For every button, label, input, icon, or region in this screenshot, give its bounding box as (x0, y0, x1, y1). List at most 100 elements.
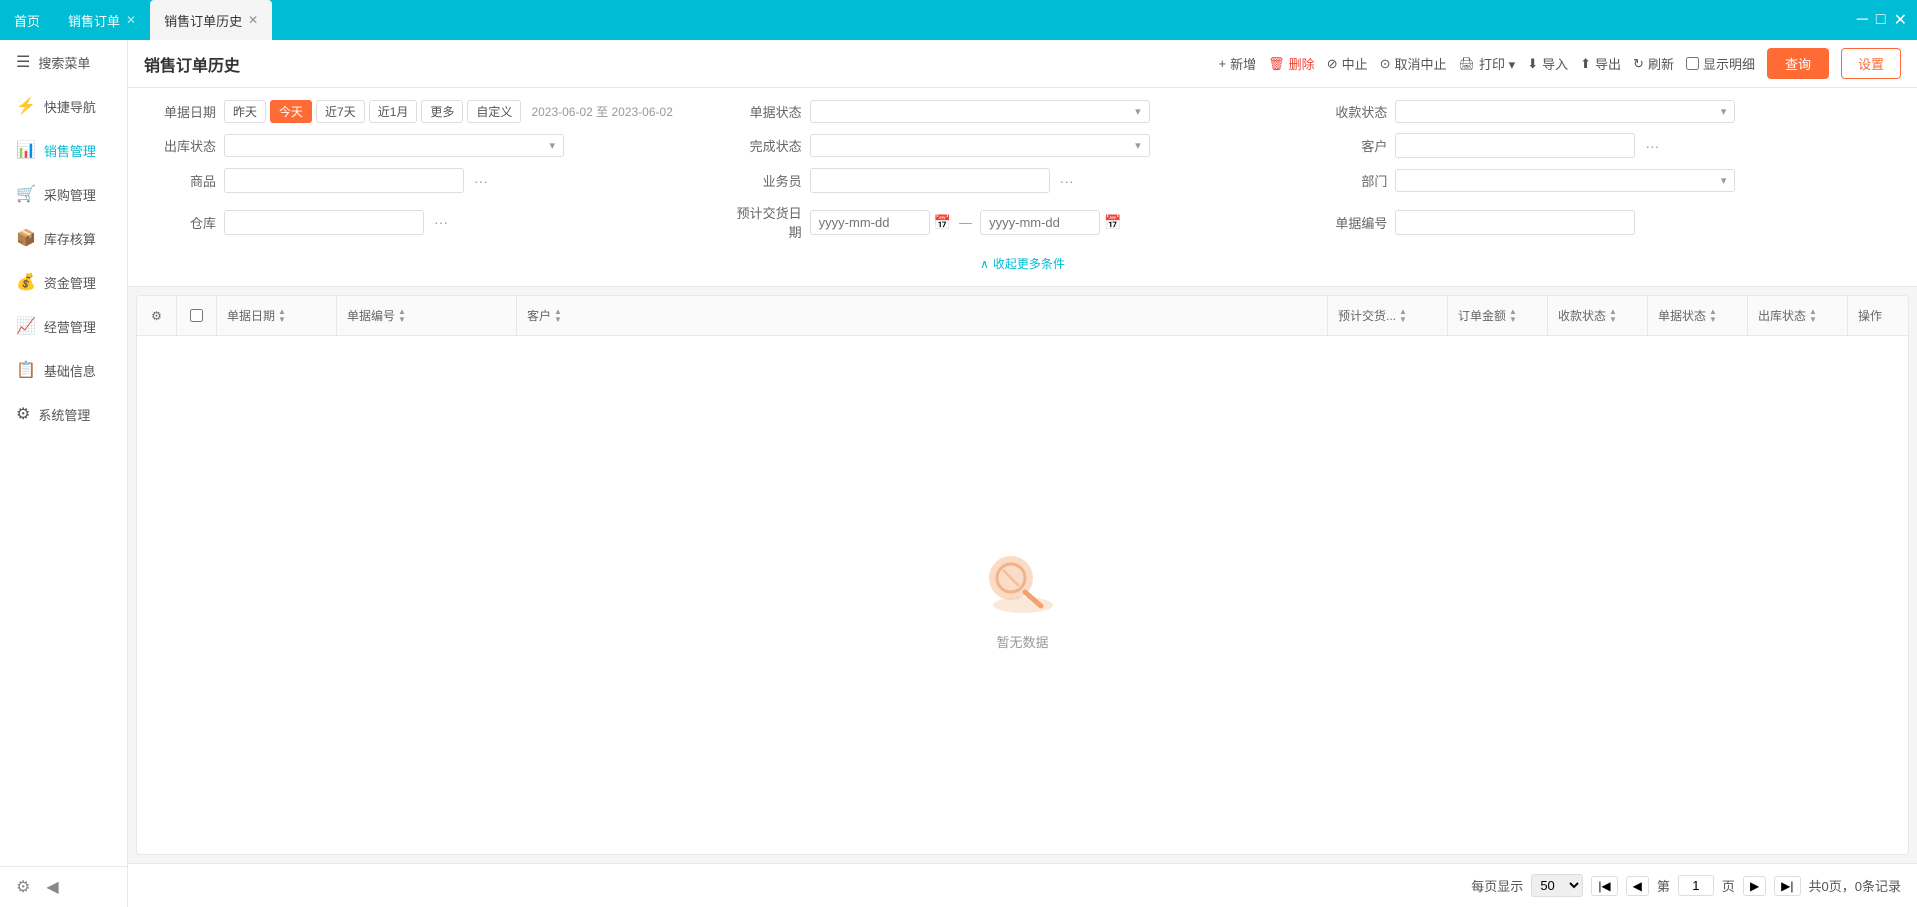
sidebar-item-search-menu[interactable]: ☰ 搜索菜单 (0, 40, 127, 84)
filter-row-status: 出库状态 ▾ 完成状态 ▾ 客户 ··· (144, 133, 1901, 158)
close-icon[interactable]: ✕ (1894, 10, 1907, 30)
salesman-dots-icon[interactable]: ··· (1060, 173, 1074, 189)
display-toggle-checkbox[interactable] (1686, 57, 1699, 70)
th-out-status-label: 出库状态 (1758, 307, 1806, 324)
out-sort-icon[interactable]: ▲▼ (1809, 308, 1817, 324)
display-toggle[interactable]: 显示明细 (1686, 54, 1755, 73)
settings-bottom-icon[interactable]: ⚙ (16, 877, 30, 897)
date-btn-custom[interactable]: 自定义 (467, 100, 521, 123)
collect-status-select[interactable]: ▾ (1395, 100, 1735, 123)
pagination: 每页显示 10 20 50 100 |◀ ◀ 第 页 ▶ ▶| 共0页，0条记录 (128, 863, 1917, 907)
page-size-select[interactable]: 10 20 50 100 (1531, 874, 1583, 897)
goods-label: 商品 (144, 171, 224, 190)
settings-button[interactable]: 设置 (1841, 48, 1901, 79)
stop-label: 中止 (1342, 54, 1368, 73)
query-button[interactable]: 查询 (1767, 48, 1829, 79)
th-operation: 操作 (1848, 296, 1908, 335)
th-customer-label: 客户 (527, 307, 551, 324)
calendar-start-icon[interactable]: 📅 (934, 214, 951, 231)
date-btn-yesterday[interactable]: 昨天 (224, 100, 266, 123)
dept-select[interactable]: ▾ (1395, 169, 1735, 192)
date-btn-1month[interactable]: 近1月 (369, 100, 418, 123)
warehouse-input[interactable] (224, 210, 424, 235)
delete-button[interactable]: 🗑 删除 (1268, 54, 1315, 73)
first-page-button[interactable]: |◀ (1591, 876, 1617, 896)
cancel-stop-button[interactable]: ⊙ 取消中止 (1380, 54, 1447, 73)
tab-sales-order-history[interactable]: 销售订单历史 ✕ (150, 0, 272, 40)
date-sort-icon[interactable]: ▲▼ (278, 308, 286, 324)
stop-icon: ⊘ (1327, 56, 1338, 72)
column-settings-icon[interactable]: ⚙ (151, 309, 162, 323)
cancel-stop-icon: ⊙ (1380, 56, 1391, 72)
export-button[interactable]: ⬆ 导出 (1580, 54, 1621, 73)
bill-sort-icon[interactable]: ▲▼ (1709, 308, 1717, 324)
collapse-bar[interactable]: ∧ 收起更多条件 (144, 251, 1901, 274)
date-btn-more[interactable]: 更多 (421, 100, 463, 123)
page-header: 销售订单历史 + 新增 🗑 删除 ⊘ 中止 ⊙ 取消中止 (128, 40, 1917, 88)
tab-sales-order-history-close[interactable]: ✕ (248, 13, 258, 27)
page-number-input[interactable] (1678, 875, 1714, 896)
delivery-date-start[interactable] (810, 210, 930, 235)
tab-sales-order-close[interactable]: ✕ (126, 13, 136, 27)
filter-row-goods: 商品 ··· 业务员 ··· 部门 ▾ (144, 168, 1901, 193)
warehouse-dots-icon[interactable]: ··· (434, 214, 448, 230)
dept-arrow-icon: ▾ (1721, 174, 1727, 187)
date-range-text: 2023-06-02 至 2023-06-02 (531, 103, 672, 120)
delivery-date-end[interactable] (980, 210, 1100, 235)
number-sort-icon[interactable]: ▲▼ (398, 308, 406, 324)
th-checkbox[interactable] (177, 296, 217, 335)
date-btn-today[interactable]: 今天 (270, 100, 312, 123)
refresh-label: 刷新 (1648, 54, 1674, 73)
empty-state: 暂无数据 (137, 336, 1908, 854)
sidebar-item-operation-mgmt[interactable]: 📈 经营管理 (0, 304, 127, 348)
customer-dots-icon[interactable]: ··· (1645, 138, 1659, 154)
select-all-checkbox[interactable] (190, 309, 203, 322)
goods-dots-icon[interactable]: ··· (474, 173, 488, 189)
sales-mgmt-icon: 📊 (16, 140, 36, 160)
jump-label: 第 (1657, 876, 1670, 895)
date-btn-7days[interactable]: 近7天 (316, 100, 365, 123)
tab-home[interactable]: 首页 (0, 0, 54, 40)
minimize-icon[interactable]: ─ (1857, 11, 1868, 29)
stop-button[interactable]: ⊘ 中止 (1327, 54, 1368, 73)
customer-input[interactable] (1395, 133, 1635, 158)
sidebar-item-system-mgmt[interactable]: ⚙ 系统管理 (0, 392, 127, 436)
filter-row-date: 单据日期 昨天 今天 近7天 近1月 更多 自定义 2023-06-02 至 2… (144, 100, 1901, 123)
th-settings[interactable]: ⚙ (137, 296, 177, 335)
import-button[interactable]: ⬇ 导入 (1527, 54, 1568, 73)
th-amount-label: 订单金额 (1458, 307, 1506, 324)
bill-number-input[interactable] (1395, 210, 1635, 235)
salesman-field: ··· (810, 168, 1316, 193)
cancel-stop-label: 取消中止 (1395, 54, 1447, 73)
delivery-sort-icon[interactable]: ▲▼ (1399, 308, 1407, 324)
goods-input[interactable] (224, 168, 464, 193)
sidebar-item-basic-info[interactable]: 📋 基础信息 (0, 348, 127, 392)
out-status-select[interactable]: ▾ (224, 134, 564, 157)
sidebar-item-purchase-mgmt[interactable]: 🛒 采购管理 (0, 172, 127, 216)
sidebar-item-capital-mgmt[interactable]: 💰 资金管理 (0, 260, 127, 304)
sidebar-item-sales-mgmt[interactable]: 📊 销售管理 (0, 128, 127, 172)
calendar-end-icon[interactable]: 📅 (1104, 214, 1121, 231)
maximize-icon[interactable]: □ (1876, 11, 1886, 29)
amount-sort-icon[interactable]: ▲▼ (1509, 308, 1517, 324)
sidebar-item-quick-nav[interactable]: ⚡ 快捷导航 (0, 84, 127, 128)
print-button[interactable]: 🖨 打印 ▾ (1459, 54, 1516, 73)
sidebar-item-inventory-check[interactable]: 📦 库存核算 (0, 216, 127, 260)
tab-sales-order[interactable]: 销售订单 ✕ (54, 0, 150, 40)
bill-status-select[interactable]: ▾ (810, 100, 1150, 123)
next-page-button[interactable]: ▶ (1743, 876, 1766, 896)
collapse-sidebar-icon[interactable]: ◀ (46, 877, 58, 897)
table-area: ⚙ 单据日期 ▲▼ 单据编号 ▲▼ 客户 ▲▼ 预计交货. (136, 295, 1909, 855)
collect-sort-icon[interactable]: ▲▼ (1609, 308, 1617, 324)
add-label: 新增 (1230, 54, 1256, 73)
add-button[interactable]: + 新增 (1219, 54, 1257, 73)
customer-sort-icon[interactable]: ▲▼ (554, 308, 562, 324)
refresh-button[interactable]: ↻ 刷新 (1633, 54, 1674, 73)
th-amount: 订单金额 ▲▼ (1448, 296, 1548, 335)
prev-page-button[interactable]: ◀ (1626, 876, 1649, 896)
last-page-button[interactable]: ▶| (1774, 876, 1800, 896)
salesman-input[interactable] (810, 168, 1050, 193)
export-label: 导出 (1595, 54, 1621, 73)
complete-status-select[interactable]: ▾ (810, 134, 1150, 157)
bill-status-arrow-icon: ▾ (1135, 105, 1141, 118)
